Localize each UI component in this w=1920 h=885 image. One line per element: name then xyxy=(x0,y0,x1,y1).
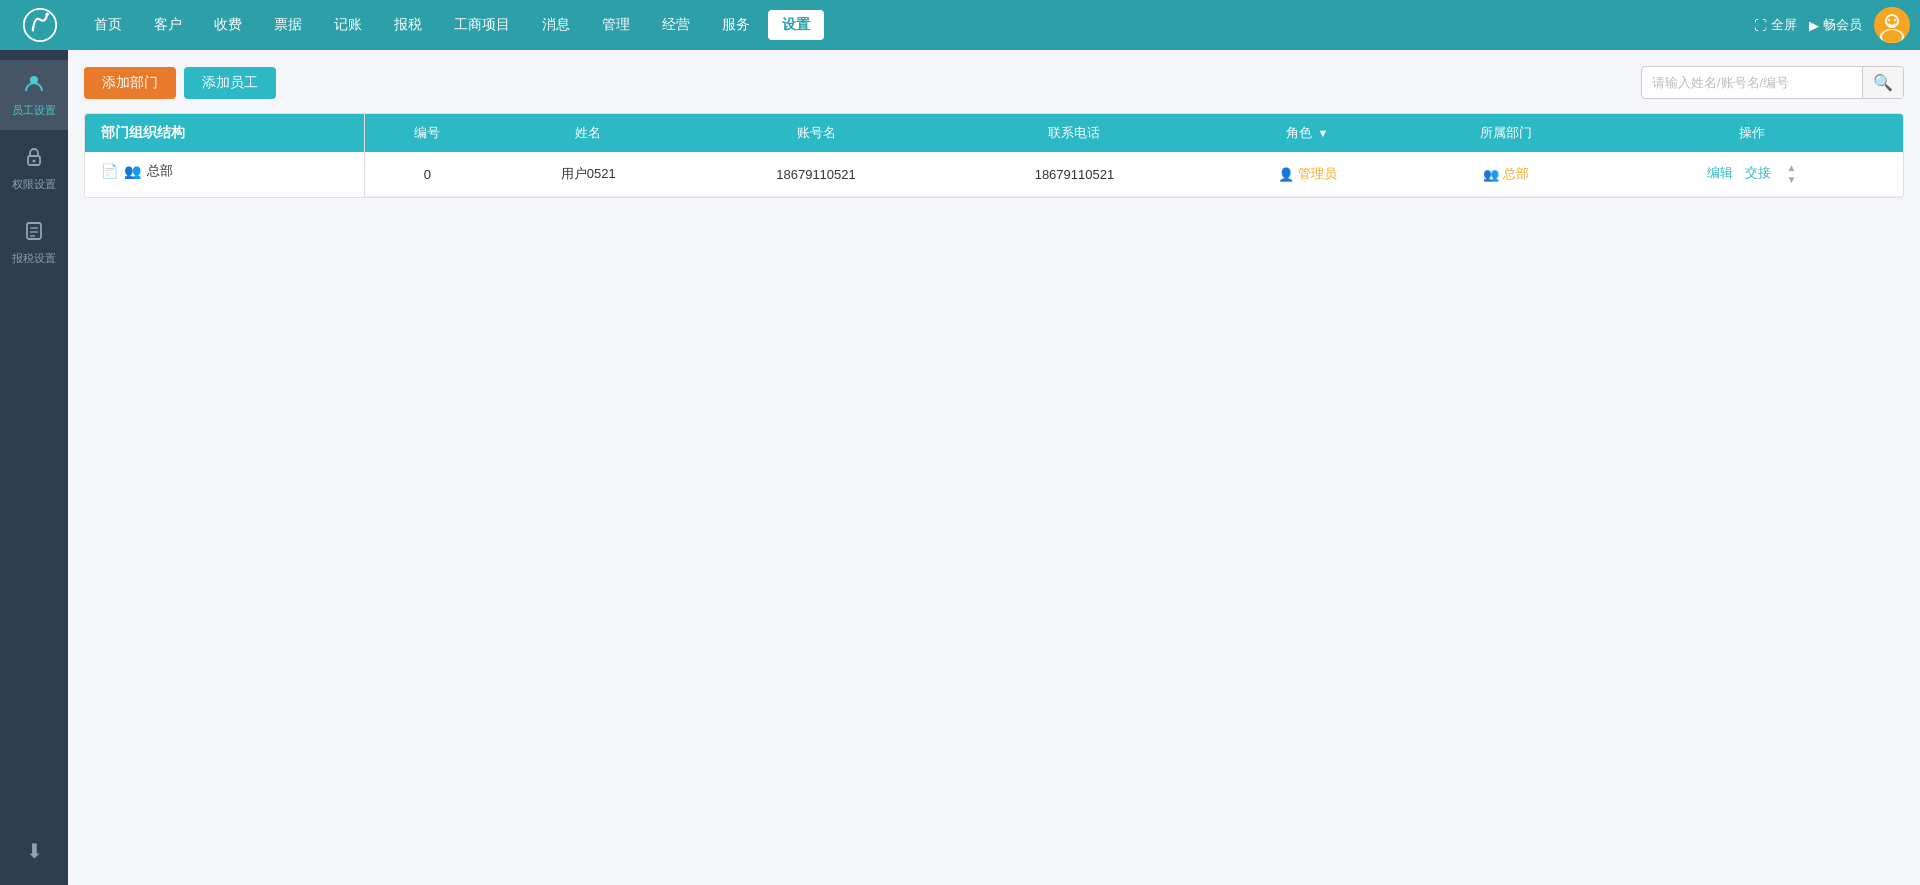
nav-business[interactable]: 工商项目 xyxy=(440,10,524,40)
cell-role: 👤 管理员 xyxy=(1204,152,1411,197)
dept-user-icon: 👥 xyxy=(124,163,141,179)
employee-table-area: 编号 姓名 账号名 联系电话 角色 ▼ 所属部门 操作 xyxy=(365,114,1903,197)
col-phone: 联系电话 xyxy=(945,114,1203,152)
nav-fee[interactable]: 收费 xyxy=(200,10,256,40)
edit-button[interactable]: 编辑 xyxy=(1703,164,1737,182)
dept-tree-item-root[interactable]: 📄 👥 总部 xyxy=(85,152,364,190)
fullscreen-label: 全屏 xyxy=(1771,16,1797,34)
search-button[interactable]: 🔍 xyxy=(1862,67,1903,98)
lock-icon xyxy=(23,146,45,173)
sidebar-permission-label: 权限设置 xyxy=(12,177,56,192)
right-tools: ⛶ 全屏 ▶ 畅会员 xyxy=(1754,7,1910,43)
role-user-icon: 👤 xyxy=(1278,167,1294,182)
nav-items: 首页 客户 收费 票据 记账 报税 工商项目 消息 管理 经营 服务 设置 xyxy=(80,10,1754,40)
cell-account: 18679110521 xyxy=(687,152,945,197)
svg-point-1 xyxy=(45,12,49,16)
dept-tree-header: 部门组织结构 xyxy=(85,114,364,152)
search-input[interactable] xyxy=(1642,69,1862,96)
content-area: 部门组织结构 📄 👥 总部 编号 姓名 账号名 联系电话 xyxy=(84,113,1904,198)
vip-icon: ▶ xyxy=(1809,18,1819,33)
scroll-down-icon[interactable]: ▼ xyxy=(1786,174,1796,186)
col-dept: 所属部门 xyxy=(1411,114,1601,152)
col-id: 编号 xyxy=(365,114,490,152)
cell-actions: 编辑 交接 ▲ ▼ xyxy=(1601,152,1903,197)
avatar[interactable] xyxy=(1874,7,1910,43)
col-role[interactable]: 角色 ▼ xyxy=(1204,114,1411,152)
svg-point-7 xyxy=(1894,19,1896,21)
sidebar-item-permission[interactable]: 权限设置 xyxy=(0,134,68,204)
main-content: 添加部门 添加员工 🔍 部门组织结构 📄 👥 总部 xyxy=(68,50,1920,885)
nav-manage[interactable]: 管理 xyxy=(588,10,644,40)
svg-point-10 xyxy=(33,160,36,163)
nav-invoice[interactable]: 票据 xyxy=(260,10,316,40)
table-row: 0 用户0521 18679110521 18679110521 👤 管理员 xyxy=(365,152,1903,197)
cell-dept: 👥 总部 xyxy=(1411,152,1601,197)
sidebar-employee-label: 员工设置 xyxy=(12,103,56,118)
col-name: 姓名 xyxy=(490,114,687,152)
employee-icon xyxy=(23,72,45,99)
top-navigation: 首页 客户 收费 票据 记账 报税 工商项目 消息 管理 经营 服务 设置 ⛶ … xyxy=(0,0,1920,50)
app-logo xyxy=(10,7,70,43)
nav-accounting[interactable]: 记账 xyxy=(320,10,376,40)
toolbar: 添加部门 添加员工 🔍 xyxy=(84,66,1904,99)
nav-message[interactable]: 消息 xyxy=(528,10,584,40)
main-layout: 员工设置 权限设置 报税设置 xyxy=(0,50,1920,885)
vip-button[interactable]: ▶ 畅会员 xyxy=(1809,16,1862,34)
svg-point-0 xyxy=(24,9,56,41)
file-icon: 📄 xyxy=(101,163,118,179)
dept-tree: 部门组织结构 📄 👥 总部 xyxy=(85,114,365,197)
svg-point-6 xyxy=(1888,19,1890,21)
sidebar-download-button[interactable]: ⬇ xyxy=(0,827,68,875)
col-account: 账号名 xyxy=(687,114,945,152)
dept-cell-icon: 👥 xyxy=(1483,167,1499,182)
download-icon: ⬇ xyxy=(26,839,43,863)
cell-name: 用户0521 xyxy=(490,152,687,197)
cell-phone: 18679110521 xyxy=(945,152,1203,197)
add-staff-button[interactable]: 添加员工 xyxy=(184,67,276,99)
dept-name: 总部 xyxy=(147,162,173,180)
cell-id: 0 xyxy=(365,152,490,197)
col-actions: 操作 xyxy=(1601,114,1903,152)
sidebar: 员工设置 权限设置 报税设置 xyxy=(0,50,68,885)
search-bar: 🔍 xyxy=(1641,66,1904,99)
sidebar-item-employee[interactable]: 员工设置 xyxy=(0,60,68,130)
transfer-button[interactable]: 交接 xyxy=(1741,164,1775,182)
fullscreen-icon: ⛶ xyxy=(1754,18,1767,33)
add-dept-button[interactable]: 添加部门 xyxy=(84,67,176,99)
nav-operation[interactable]: 经营 xyxy=(648,10,704,40)
nav-settings[interactable]: 设置 xyxy=(768,10,824,40)
sidebar-tax-label: 报税设置 xyxy=(12,251,56,266)
tax-settings-icon xyxy=(23,220,45,247)
nav-customer[interactable]: 客户 xyxy=(140,10,196,40)
nav-tax[interactable]: 报税 xyxy=(380,10,436,40)
employee-table: 编号 姓名 账号名 联系电话 角色 ▼ 所属部门 操作 xyxy=(365,114,1903,197)
vip-label: 畅会员 xyxy=(1823,16,1862,34)
sidebar-item-tax-settings[interactable]: 报税设置 xyxy=(0,208,68,278)
scroll-up-icon[interactable]: ▲ xyxy=(1786,162,1796,174)
nav-home[interactable]: 首页 xyxy=(80,10,136,40)
filter-icon: ▼ xyxy=(1318,127,1329,139)
fullscreen-button[interactable]: ⛶ 全屏 xyxy=(1754,16,1797,34)
nav-service[interactable]: 服务 xyxy=(708,10,764,40)
